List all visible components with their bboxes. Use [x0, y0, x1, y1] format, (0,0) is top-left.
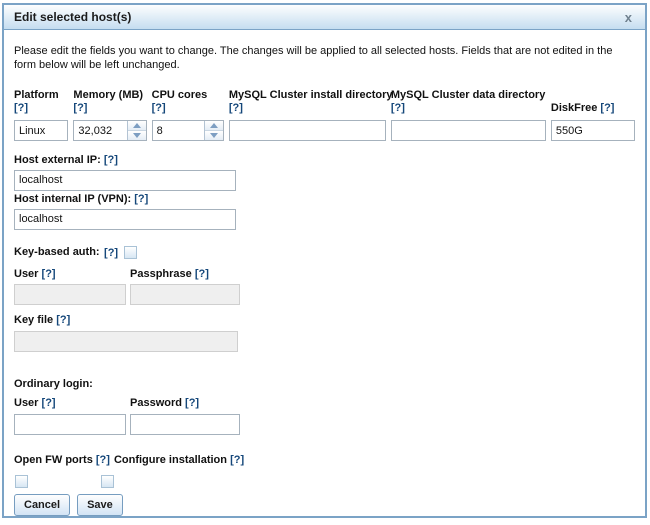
- install-dir-input[interactable]: [229, 120, 386, 141]
- arrow-down-icon: [210, 133, 218, 138]
- arrow-down-icon: [133, 133, 141, 138]
- options-labels-row: Open FW ports [?] Configure installation…: [14, 454, 635, 468]
- dialog-title: Edit selected host(s): [14, 10, 131, 24]
- diskfree-label: DiskFree [?]: [551, 102, 635, 116]
- cpu-cores-help-link[interactable]: [?]: [152, 102, 166, 114]
- configure-install-help-link[interactable]: [?]: [230, 454, 244, 466]
- diskfree-field: DiskFree [?]: [551, 102, 635, 141]
- key-file-input: [14, 331, 238, 352]
- platform-input[interactable]: [14, 120, 68, 141]
- key-file-field: Key file [?]: [14, 314, 238, 352]
- passphrase-input: [130, 284, 240, 305]
- key-user-input: [14, 284, 126, 305]
- internal-ip-help-link[interactable]: [?]: [134, 193, 148, 205]
- options-checkbox-row: [14, 472, 635, 486]
- external-ip-label: Host external IP: [?]: [14, 154, 635, 168]
- diskfree-input[interactable]: [551, 120, 635, 141]
- key-auth-checkbox[interactable]: [124, 246, 137, 259]
- edit-hosts-dialog: Edit selected host(s) x Please edit the …: [2, 3, 647, 518]
- data-dir-field: MySQL Cluster data directory [?]: [391, 89, 546, 142]
- data-dir-input[interactable]: [391, 120, 546, 141]
- arrow-up-icon: [210, 123, 218, 128]
- key-file-help-link[interactable]: [?]: [56, 314, 70, 326]
- key-auth-help-link[interactable]: [?]: [104, 247, 118, 259]
- platform-help-link[interactable]: [?]: [14, 102, 28, 114]
- password-help-link[interactable]: [?]: [185, 397, 199, 409]
- memory-field: Memory (MB) [?]: [73, 89, 146, 142]
- configure-install-checkbox[interactable]: [101, 475, 114, 488]
- cpu-cores-input[interactable]: [153, 121, 204, 140]
- close-icon[interactable]: x: [622, 11, 635, 24]
- passphrase-field: Passphrase [?]: [130, 268, 240, 306]
- platform-label: Platform [?]: [14, 89, 68, 117]
- ordinary-login-label: Ordinary login:: [14, 378, 635, 392]
- login-user-input[interactable]: [14, 414, 126, 435]
- open-fw-help-link[interactable]: [?]: [96, 454, 110, 466]
- cancel-button[interactable]: Cancel: [14, 494, 70, 516]
- password-field: Password [?]: [130, 397, 240, 435]
- memory-spinner-buttons: [127, 121, 146, 140]
- dialog-content: Please edit the fields you want to chang…: [4, 30, 645, 516]
- key-user-label: User [?]: [14, 268, 126, 282]
- key-user-field: User [?]: [14, 268, 126, 306]
- save-button[interactable]: Save: [77, 494, 123, 516]
- install-dir-field: MySQL Cluster install directory [?]: [229, 89, 386, 142]
- data-dir-help-link[interactable]: [?]: [391, 102, 405, 114]
- key-auth-label: Key-based auth:: [14, 246, 100, 260]
- internal-ip-label: Host internal IP (VPN): [?]: [14, 193, 635, 207]
- memory-spin-down-button[interactable]: [128, 130, 146, 140]
- arrow-up-icon: [133, 123, 141, 128]
- login-user-help-link[interactable]: [?]: [42, 397, 56, 409]
- external-ip-input[interactable]: [14, 170, 236, 191]
- install-dir-label: MySQL Cluster install directory [?]: [229, 89, 405, 117]
- cpu-spin-up-button[interactable]: [205, 121, 223, 130]
- host-attributes-row: Platform [?] Memory (MB) [?]: [14, 89, 635, 142]
- key-auth-row: Key-based auth: [?]: [14, 244, 635, 262]
- configure-install-label: Configure installation [?]: [114, 454, 244, 468]
- passphrase-help-link[interactable]: [?]: [195, 268, 209, 280]
- login-user-field: User [?]: [14, 397, 126, 435]
- data-dir-label: MySQL Cluster data directory [?]: [391, 89, 553, 117]
- install-dir-help-link[interactable]: [?]: [229, 102, 243, 114]
- passphrase-label: Passphrase [?]: [130, 268, 240, 282]
- password-label: Password [?]: [130, 397, 240, 411]
- dialog-titlebar[interactable]: Edit selected host(s) x: [4, 5, 645, 30]
- memory-spin-up-button[interactable]: [128, 121, 146, 130]
- cpu-cores-label: CPU cores [?]: [152, 89, 224, 117]
- login-user-label: User [?]: [14, 397, 126, 411]
- open-fw-checkbox[interactable]: [15, 475, 28, 488]
- cpu-cores-field: CPU cores [?]: [152, 89, 224, 142]
- password-input[interactable]: [130, 414, 240, 435]
- dialog-buttons: Cancel Save: [14, 494, 635, 516]
- key-user-help-link[interactable]: [?]: [42, 268, 56, 280]
- memory-spinner: [73, 120, 146, 141]
- diskfree-help-link[interactable]: [?]: [600, 102, 614, 114]
- cpu-spinner-buttons: [204, 121, 223, 140]
- intro-text: Please edit the fields you want to chang…: [14, 44, 635, 73]
- key-auth-credentials-row: User [?] Passphrase [?]: [14, 268, 635, 306]
- key-file-label: Key file [?]: [14, 314, 238, 328]
- memory-label: Memory (MB) [?]: [73, 89, 146, 117]
- external-ip-help-link[interactable]: [?]: [104, 154, 118, 166]
- cpu-spin-down-button[interactable]: [205, 130, 223, 140]
- memory-help-link[interactable]: [?]: [73, 102, 87, 114]
- internal-ip-input[interactable]: [14, 209, 236, 230]
- open-fw-label: Open FW ports [?]: [14, 454, 110, 468]
- cpu-cores-spinner: [152, 120, 224, 141]
- ip-section: Host external IP: [?] Host internal IP (…: [14, 154, 635, 232]
- platform-field: Platform [?]: [14, 89, 68, 142]
- ordinary-login-row: User [?] Password [?]: [14, 397, 635, 435]
- memory-input[interactable]: [74, 121, 126, 140]
